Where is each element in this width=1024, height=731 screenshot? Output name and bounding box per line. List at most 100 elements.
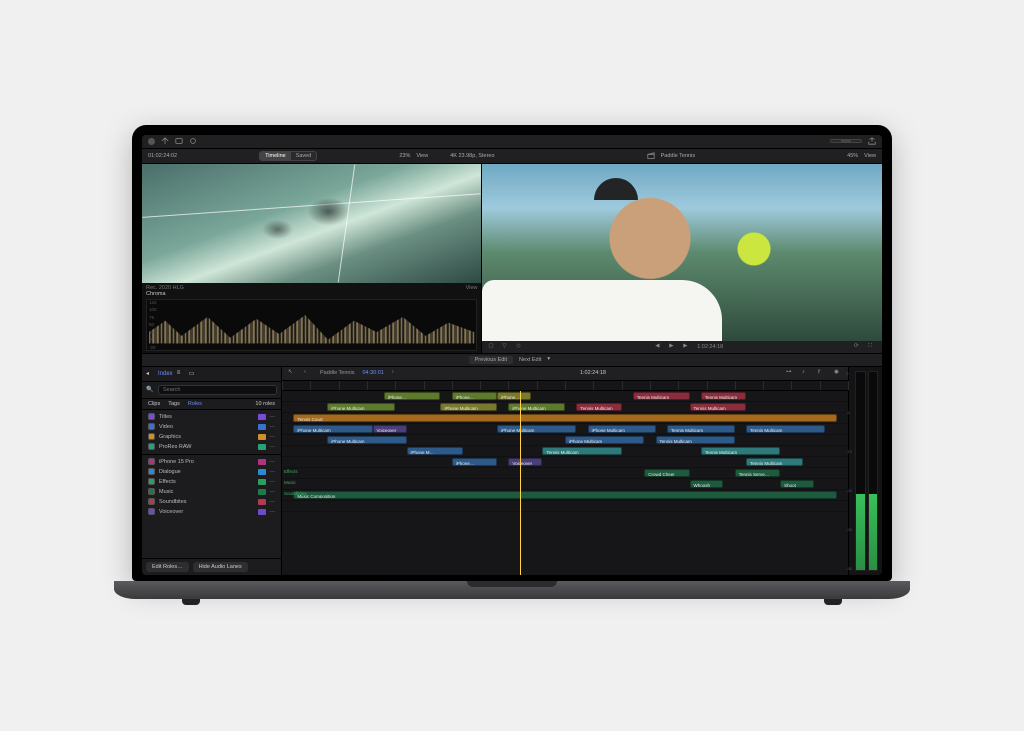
clip[interactable]: Tennis Multicam [746, 458, 803, 466]
arrow-tool-icon[interactable]: ↖ [288, 369, 296, 377]
clip[interactable]: iPhone Multicam [588, 425, 656, 433]
role-color-tag[interactable] [258, 414, 266, 420]
tab-roles[interactable]: Roles [188, 401, 202, 407]
clip[interactable]: Music Composition [293, 491, 836, 499]
timeline-saved-segment[interactable]: Timeline Saved [259, 151, 317, 161]
timeline-track[interactable]: iPhone…iPhone…iPhone…Tennis MulticamTenn… [282, 391, 848, 402]
skimming-icon[interactable]: ⊶ [786, 369, 794, 377]
minus-icon[interactable]: — [270, 434, 276, 440]
clip[interactable]: iPhone Multicam [327, 436, 406, 444]
program-viewer[interactable] [482, 164, 882, 341]
view-layout-segment[interactable] [830, 139, 862, 143]
clip[interactable]: Tennis Multicam [690, 403, 747, 411]
minus-icon[interactable]: — [270, 414, 276, 420]
clip[interactable]: Crowd Cheer [644, 469, 689, 477]
loop-icon[interactable]: ⟳ [854, 343, 862, 351]
timeline-track[interactable]: Music CompositionSoundbites [282, 490, 848, 501]
timeline-track[interactable]: iPhone…VoiceoverTennis Multicam [282, 457, 848, 468]
role-color-tag[interactable] [258, 424, 266, 430]
minus-icon[interactable]: — [270, 489, 276, 495]
next-frame-icon[interactable]: ▶ [683, 343, 691, 351]
clip[interactable]: Tennis Multicam [656, 436, 735, 444]
role-item[interactable]: Voiceover — [142, 507, 281, 517]
role-checkbox[interactable] [148, 443, 155, 450]
clip[interactable]: Tennis Multicam [576, 403, 621, 411]
playhead[interactable] [520, 391, 521, 575]
keyword-icon[interactable] [175, 137, 183, 145]
edit-roles-button[interactable]: Edit Roles… [146, 562, 189, 572]
clip[interactable]: iPhone… [452, 392, 497, 400]
clip[interactable]: Tennis Multicam [542, 447, 621, 455]
clip[interactable]: iPhone… [497, 392, 531, 400]
role-checkbox[interactable] [148, 488, 155, 495]
clip[interactable]: iPhone Multicam [440, 403, 497, 411]
role-item[interactable]: Graphics — [142, 432, 281, 442]
clip[interactable]: Tennis Multicam [746, 425, 825, 433]
zoom-right[interactable]: 45% [847, 153, 858, 159]
history-fwd-icon[interactable]: › [392, 369, 400, 377]
role-checkbox[interactable] [148, 423, 155, 430]
filmstrip-icon[interactable]: ▭ [189, 370, 197, 378]
previous-edit-button[interactable]: Previous Edit [469, 356, 513, 364]
chevron-down-icon[interactable]: ▾ [547, 356, 555, 364]
play-icon[interactable]: ▶ [669, 343, 677, 351]
timeline-name[interactable]: Paddle Tennis [320, 370, 354, 376]
timeline-track[interactable]: iPhone Multicam iPhone Multicam Tennis Mul… [282, 435, 848, 446]
next-edit-button[interactable]: Next Edit [519, 357, 541, 363]
role-item[interactable]: iPhone 15 Pro — [142, 457, 281, 467]
role-item[interactable]: Dialogue — [142, 467, 281, 477]
role-item[interactable]: Effects — [142, 477, 281, 487]
clip[interactable]: iPhone Multicam [508, 403, 565, 411]
timeline-track[interactable]: Tennis Court [282, 413, 848, 424]
chevron-left-icon[interactable]: ◂ [146, 370, 154, 378]
timeline-tracks[interactable]: iPhone…iPhone…iPhone…Tennis MulticamTenn… [282, 391, 848, 575]
minus-icon[interactable]: — [270, 469, 276, 475]
search-input[interactable] [158, 385, 277, 395]
clip[interactable]: iPhone Multicam [327, 403, 395, 411]
role-item[interactable]: Video — [142, 422, 281, 432]
list-icon[interactable]: ≡ [177, 370, 185, 378]
tool-icon[interactable]: ◇ [516, 343, 524, 351]
import-icon[interactable] [161, 137, 169, 145]
role-item[interactable]: ProRes RAW — [142, 442, 281, 452]
minus-icon[interactable]: — [270, 444, 276, 450]
solo-icon[interactable]: ◉ [834, 369, 842, 377]
role-color-tag[interactable] [258, 489, 266, 495]
timeline-track[interactable]: iPhone Multicam iPhone Multicam iPhone Mul… [282, 402, 848, 413]
clip[interactable]: iPhone Multicam [565, 436, 644, 444]
role-checkbox[interactable] [148, 478, 155, 485]
view-menu-left[interactable]: View [416, 153, 428, 159]
role-item[interactable]: Music — [142, 487, 281, 497]
minus-icon[interactable]: — [270, 499, 276, 505]
share-icon[interactable] [868, 137, 876, 145]
role-item[interactable]: Titles — [142, 412, 281, 422]
clip[interactable]: iPhone… [384, 392, 441, 400]
role-color-tag[interactable] [258, 469, 266, 475]
traffic-light-icon[interactable] [148, 138, 155, 145]
clip[interactable]: Tennis Serve… [735, 469, 780, 477]
role-checkbox[interactable] [148, 458, 155, 465]
index-label[interactable]: Index [158, 371, 173, 377]
tool-icon[interactable]: ▽ [502, 343, 510, 351]
enhance-icon[interactable] [189, 137, 197, 145]
fullscreen-icon[interactable]: ⛶ [868, 343, 876, 351]
role-checkbox[interactable] [148, 413, 155, 420]
event-viewer[interactable] [142, 164, 481, 283]
clip[interactable]: iPhone Multicam [293, 425, 372, 433]
role-color-tag[interactable] [258, 459, 266, 465]
clip[interactable]: Whoosh [690, 480, 724, 488]
minus-icon[interactable]: — [270, 509, 276, 515]
timeline-ruler[interactable] [282, 381, 848, 391]
tab-tags[interactable]: Tags [168, 401, 180, 407]
role-color-tag[interactable] [258, 509, 266, 515]
clip[interactable]: iPhone M… [407, 447, 464, 455]
tab-clips[interactable]: Clips [148, 401, 160, 407]
clip[interactable]: iPhone… [452, 458, 497, 466]
role-checkbox[interactable] [148, 468, 155, 475]
clip[interactable]: Tennis Multicam [667, 425, 735, 433]
minus-icon[interactable]: — [270, 424, 276, 430]
timeline-track[interactable]: WhooshShootMusic [282, 479, 848, 490]
clip[interactable]: Voiceover [373, 425, 407, 433]
role-color-tag[interactable] [258, 499, 266, 505]
prev-frame-icon[interactable]: ◀ [655, 343, 663, 351]
